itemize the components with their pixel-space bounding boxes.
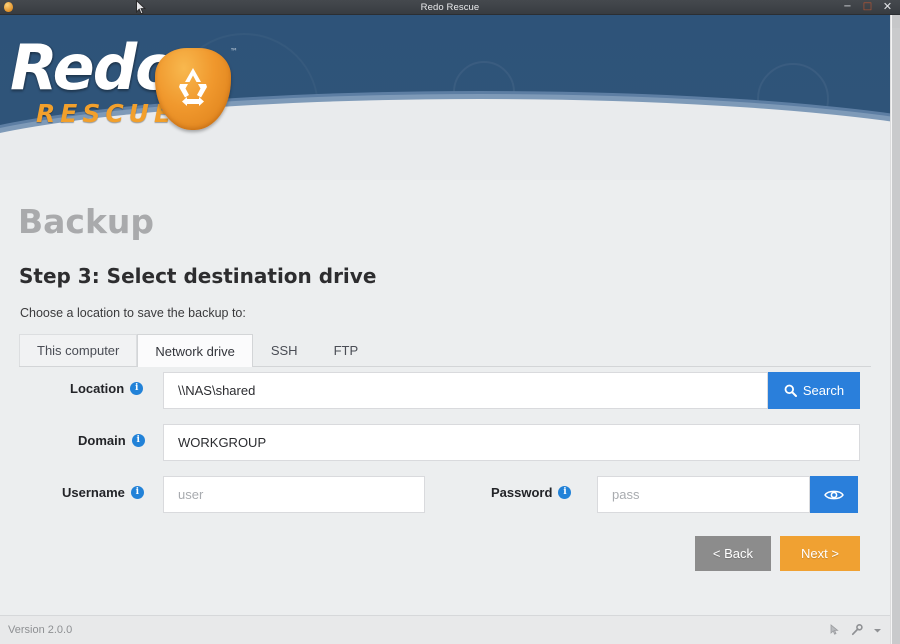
window-controls: − □ ✕ xyxy=(842,1,900,13)
back-button[interactable]: < Back xyxy=(694,536,771,571)
location-input[interactable] xyxy=(164,373,767,408)
maximize-button[interactable]: □ xyxy=(862,2,873,13)
wizard-navigation: < Back Next > xyxy=(694,536,860,571)
next-button[interactable]: Next > xyxy=(780,536,860,571)
info-icon[interactable]: i xyxy=(130,382,144,395)
username-input[interactable] xyxy=(164,477,424,512)
domain-label-text: Domain xyxy=(78,433,126,448)
tab-label: Network drive xyxy=(155,343,235,359)
password-input[interactable] xyxy=(598,477,809,512)
domain-input[interactable] xyxy=(164,425,859,460)
status-bar-icons xyxy=(829,624,890,636)
destination-tabs: This computer Network drive SSH FTP xyxy=(19,334,871,367)
step-title: Step 3: Select destination drive xyxy=(19,264,377,288)
username-field[interactable] xyxy=(163,476,425,513)
tab-label: SSH xyxy=(270,343,298,358)
version-label: Version 2.0.0 xyxy=(8,624,73,636)
tab-ftp[interactable]: FTP xyxy=(316,334,377,366)
tab-this-computer[interactable]: This computer xyxy=(19,334,138,366)
scrollbar-track[interactable] xyxy=(892,28,900,644)
location-field[interactable] xyxy=(163,372,768,409)
password-label: Password i xyxy=(491,485,572,500)
location-label: Location i xyxy=(70,381,144,396)
password-label-text: Password xyxy=(491,485,553,500)
search-button[interactable]: Search xyxy=(768,372,860,409)
page-title: Backup xyxy=(18,202,155,241)
domain-field[interactable] xyxy=(163,424,860,461)
logo-secondary-text: RESCUE xyxy=(36,99,177,128)
tab-label: This computer xyxy=(37,343,120,358)
app-logo: Redo RESCUE ™ xyxy=(8,31,238,141)
network-drive-form: Location i Search Domain i xyxy=(0,366,890,522)
vertical-scrollbar[interactable] xyxy=(890,15,900,644)
form-row-credentials: Username i Password i xyxy=(0,470,890,522)
username-label: Username i xyxy=(62,485,144,500)
header-banner: Redo RESCUE ™ xyxy=(0,15,890,180)
form-row-location: Location i Search xyxy=(0,366,890,418)
main-content: Backup Step 3: Select destination drive … xyxy=(0,180,890,615)
chevron-down-icon[interactable] xyxy=(873,626,882,635)
wrench-icon[interactable] xyxy=(851,624,863,636)
eye-icon xyxy=(824,490,844,499)
tab-ssh[interactable]: SSH xyxy=(253,334,316,366)
domain-label: Domain i xyxy=(78,433,145,448)
tab-label: FTP xyxy=(333,343,359,358)
scrollbar-thumb[interactable] xyxy=(892,15,900,28)
window-title: Redo Rescue xyxy=(420,1,480,13)
search-button-label: Search xyxy=(802,383,845,398)
trademark-mark: ™ xyxy=(230,47,238,56)
window-titlebar: Redo Rescue − □ ✕ xyxy=(0,0,900,15)
form-row-domain: Domain i xyxy=(0,418,890,470)
close-button[interactable]: ✕ xyxy=(882,1,893,13)
info-icon[interactable]: i xyxy=(131,434,145,447)
logo-primary-text: Redo xyxy=(10,31,178,104)
pointer-icon[interactable] xyxy=(829,624,841,636)
search-icon xyxy=(784,384,797,397)
tab-network-drive[interactable]: Network drive xyxy=(137,334,253,367)
password-field[interactable] xyxy=(597,476,810,513)
minimize-button[interactable]: − xyxy=(842,2,853,13)
step-subtitle: Choose a location to save the backup to: xyxy=(20,306,246,320)
location-label-text: Location xyxy=(70,381,125,396)
info-icon[interactable]: i xyxy=(130,486,144,499)
toggle-password-visibility-button[interactable] xyxy=(810,476,858,513)
status-bar: Version 2.0.0 xyxy=(0,615,890,644)
username-label-text: Username xyxy=(62,485,125,500)
info-icon[interactable]: i xyxy=(558,486,572,499)
